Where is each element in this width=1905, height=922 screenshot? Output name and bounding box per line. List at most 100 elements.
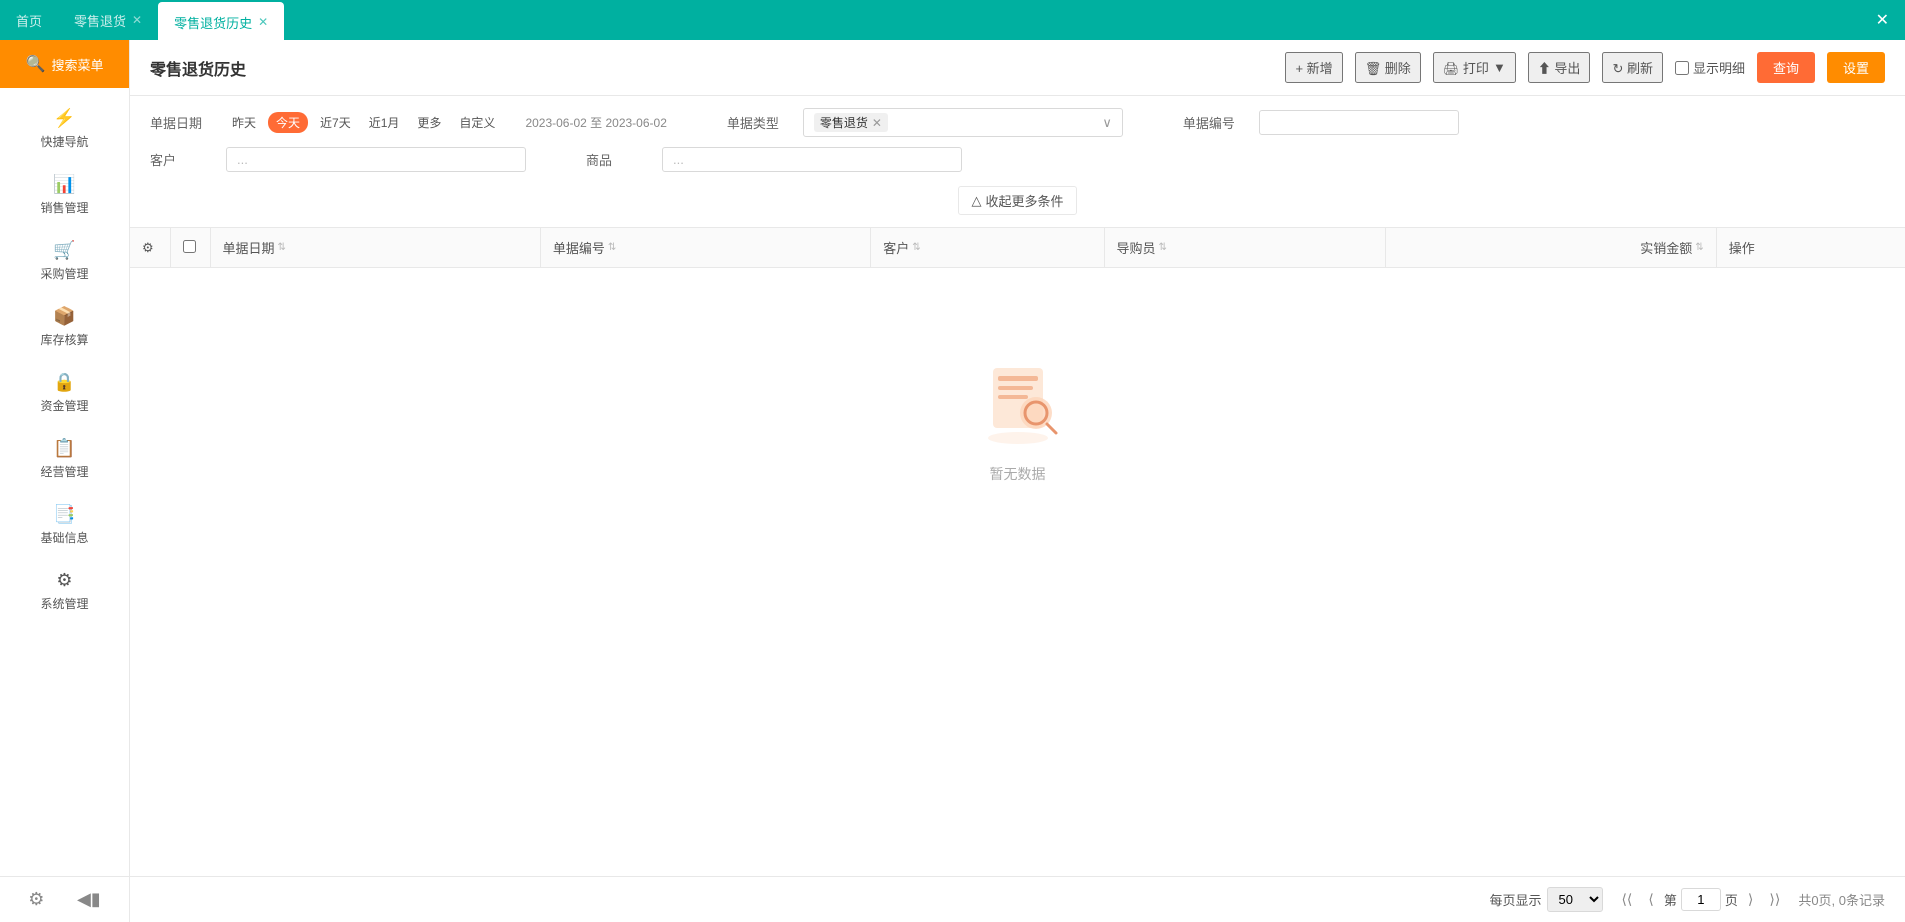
th-customer-sort-icon: ⇅ [912, 242, 920, 253]
th-check[interactable] [170, 228, 210, 268]
date-option-more[interactable]: 更多 [411, 112, 447, 133]
th-number-sort-icon: ⇅ [608, 242, 616, 253]
table-footer: 每页显示 10 20 50 100 ⟨⟨ ⟨ 第 页 ⟩ ⟩⟩ 共0页, 0条记… [130, 876, 1905, 922]
settings-bottom-icon[interactable]: ⚙ [28, 889, 44, 910]
th-guide[interactable]: 导购员 ⇅ [1104, 228, 1386, 268]
date-option-today[interactable]: 今天 [268, 112, 308, 133]
search-icon: 🔍 [26, 54, 46, 74]
delete-button[interactable]: 🗑 删除 [1355, 52, 1421, 83]
select-all-checkbox[interactable] [183, 240, 196, 253]
sidebar-item-sales[interactable]: 📊 销售管理 [0, 162, 129, 228]
th-settings[interactable]: ⚙ [130, 228, 170, 268]
close-tab-retail-return[interactable]: ✕ [132, 13, 142, 27]
page-total-text: 共0页, 0条记录 [1798, 890, 1885, 909]
top-bar: 首页 零售退货 ✕ 零售退货历史 ✕ ✕ [0, 0, 1905, 40]
refresh-button[interactable]: ↻ 刷新 [1602, 52, 1663, 83]
inventory-icon: 📦 [53, 306, 75, 327]
filter-row-2: 客户 ... 商品 ... [150, 147, 1885, 172]
sidebar-bottom: ⚙ ◀▮ [0, 876, 129, 922]
sidebar-item-purchase[interactable]: 🛒 采购管理 [0, 228, 129, 294]
sidebar: 🔍 搜索菜单 ⚡ 快捷导航 📊 销售管理 🛒 采购管理 📦 库存核算 🔒 [0, 40, 130, 922]
table-area: ⚙ 单据日期 ⇅ 单据编号 [130, 228, 1905, 876]
page-actions: + 新增 🗑 删除 🖨 打印 ▼ ⬆ 导出 ↻ 刷新 显示明细 [1285, 52, 1885, 83]
main-layout: 🔍 搜索菜单 ⚡ 快捷导航 📊 销售管理 🛒 采购管理 📦 库存核算 🔒 [0, 40, 1905, 922]
finance-icon: 🔒 [53, 372, 75, 393]
show-detail-checkbox[interactable] [1675, 61, 1689, 75]
filter-row-1: 单据日期 昨天 今天 近7天 近1月 更多 自定义 2023-06-02 至 2… [150, 108, 1885, 137]
date-range-display: 2023-06-02 至 2023-06-02 [525, 114, 666, 131]
page-number-input[interactable] [1681, 888, 1721, 911]
th-customer[interactable]: 客户 ⇅ [871, 228, 1104, 268]
print-dropdown-icon: ▼ [1493, 60, 1506, 75]
th-amount[interactable]: 实销金额 ⇅ [1386, 228, 1716, 268]
settings-button[interactable]: 设置 [1827, 52, 1885, 83]
tab-bar: 首页 零售退货 ✕ 零售退货历史 ✕ [0, 0, 1876, 40]
page-title: 零售退货历史 [150, 56, 246, 80]
purchase-icon: 🛒 [53, 240, 75, 261]
operation-icon: 📋 [53, 438, 75, 459]
tab-retail-return-history[interactable]: 零售退货历史 ✕ [158, 2, 284, 42]
data-table: ⚙ 单据日期 ⇅ 单据编号 [130, 228, 1905, 268]
sidebar-search[interactable]: 🔍 搜索菜单 [0, 40, 129, 88]
per-page-selector: 每页显示 10 20 50 100 [1489, 887, 1603, 912]
goods-filter-label: 商品 [586, 150, 642, 169]
add-button[interactable]: + 新增 [1285, 52, 1342, 83]
show-detail-toggle[interactable]: 显示明细 [1675, 58, 1745, 77]
type-tag-close[interactable]: ✕ [872, 116, 882, 130]
sidebar-item-base-info[interactable]: 📑 基础信息 [0, 492, 129, 558]
sidebar-item-operation[interactable]: 📋 经营管理 [0, 426, 129, 492]
tab-retail-return[interactable]: 零售退货 ✕ [58, 0, 158, 40]
page-header: 零售退货历史 + 新增 🗑 删除 🖨 打印 ▼ ⬆ 导出 ↻ 刷新 [130, 40, 1905, 96]
sidebar-nav: ⚡ 快捷导航 📊 销售管理 🛒 采购管理 📦 库存核算 🔒 资金管理 📋 [0, 88, 129, 876]
th-number[interactable]: 单据编号 ⇅ [540, 228, 870, 268]
date-option-last1m[interactable]: 近1月 [363, 112, 406, 133]
empty-text: 暂无数据 [990, 464, 1046, 484]
date-option-last7[interactable]: 近7天 [314, 112, 357, 133]
number-filter-input[interactable] [1259, 110, 1459, 135]
per-page-select[interactable]: 10 20 50 100 [1547, 887, 1603, 912]
sidebar-item-finance[interactable]: 🔒 资金管理 [0, 360, 129, 426]
close-tab-retail-return-history[interactable]: ✕ [258, 15, 268, 29]
date-options: 昨天 今天 近7天 近1月 更多 自定义 [226, 112, 501, 133]
date-option-yesterday[interactable]: 昨天 [226, 112, 262, 133]
window-close-button[interactable]: ✕ [1876, 10, 1905, 30]
number-filter-label: 单据编号 [1183, 113, 1239, 132]
pagination: ⟨⟨ ⟨ 第 页 ⟩ ⟩⟩ [1615, 888, 1786, 911]
page-last-button[interactable]: ⟩⟩ [1763, 888, 1786, 911]
th-date[interactable]: 单据日期 ⇅ [210, 228, 540, 268]
filter-area: 单据日期 昨天 今天 近7天 近1月 更多 自定义 2023-06-02 至 2… [130, 96, 1905, 228]
page-next-button[interactable]: ⟩ [1742, 888, 1759, 911]
base-info-icon: 📑 [53, 504, 75, 525]
page-prev-button[interactable]: ⟨ [1642, 888, 1659, 911]
date-filter-label: 单据日期 [150, 113, 206, 132]
customer-filter-label: 客户 [150, 150, 206, 169]
type-tag: 零售退货 ✕ [814, 113, 888, 132]
date-option-custom[interactable]: 自定义 [453, 112, 501, 133]
settings-col-icon[interactable]: ⚙ [142, 240, 154, 255]
type-filter-select[interactable]: 零售退货 ✕ ∨ [803, 108, 1123, 137]
type-dropdown-icon: ∨ [1102, 115, 1112, 131]
collapse-button[interactable]: △ 收起更多条件 [958, 186, 1076, 215]
export-button[interactable]: ⬆ 导出 [1528, 52, 1591, 83]
empty-state: 暂无数据 [130, 268, 1905, 564]
sidebar-item-system[interactable]: ⚙ 系统管理 [0, 558, 129, 624]
query-button[interactable]: 查询 [1757, 52, 1815, 83]
sales-icon: 📊 [53, 174, 75, 195]
print-button[interactable]: 🖨 打印 ▼ [1433, 52, 1516, 83]
th-date-sort-icon: ⇅ [278, 242, 286, 253]
collapse-icon: △ [971, 193, 981, 209]
quick-nav-icon: ⚡ [53, 108, 75, 129]
page-first-button[interactable]: ⟨⟨ [1615, 888, 1638, 911]
content-area: 零售退货历史 + 新增 🗑 删除 🖨 打印 ▼ ⬆ 导出 ↻ 刷新 [130, 40, 1905, 922]
tab-home[interactable]: 首页 [0, 0, 58, 40]
sidebar-item-inventory[interactable]: 📦 库存核算 [0, 294, 129, 360]
type-filter-label: 单据类型 [727, 113, 783, 132]
system-icon: ⚙ [56, 570, 72, 591]
customer-filter-input[interactable]: ... [226, 147, 526, 172]
sidebar-item-quick-nav[interactable]: ⚡ 快捷导航 [0, 96, 129, 162]
th-guide-sort-icon: ⇅ [1159, 242, 1167, 253]
audio-bottom-icon[interactable]: ◀▮ [77, 889, 101, 910]
goods-filter-input[interactable]: ... [662, 147, 962, 172]
th-amount-sort-icon: ⇅ [1695, 242, 1703, 253]
th-actions: 操作 [1716, 228, 1905, 268]
